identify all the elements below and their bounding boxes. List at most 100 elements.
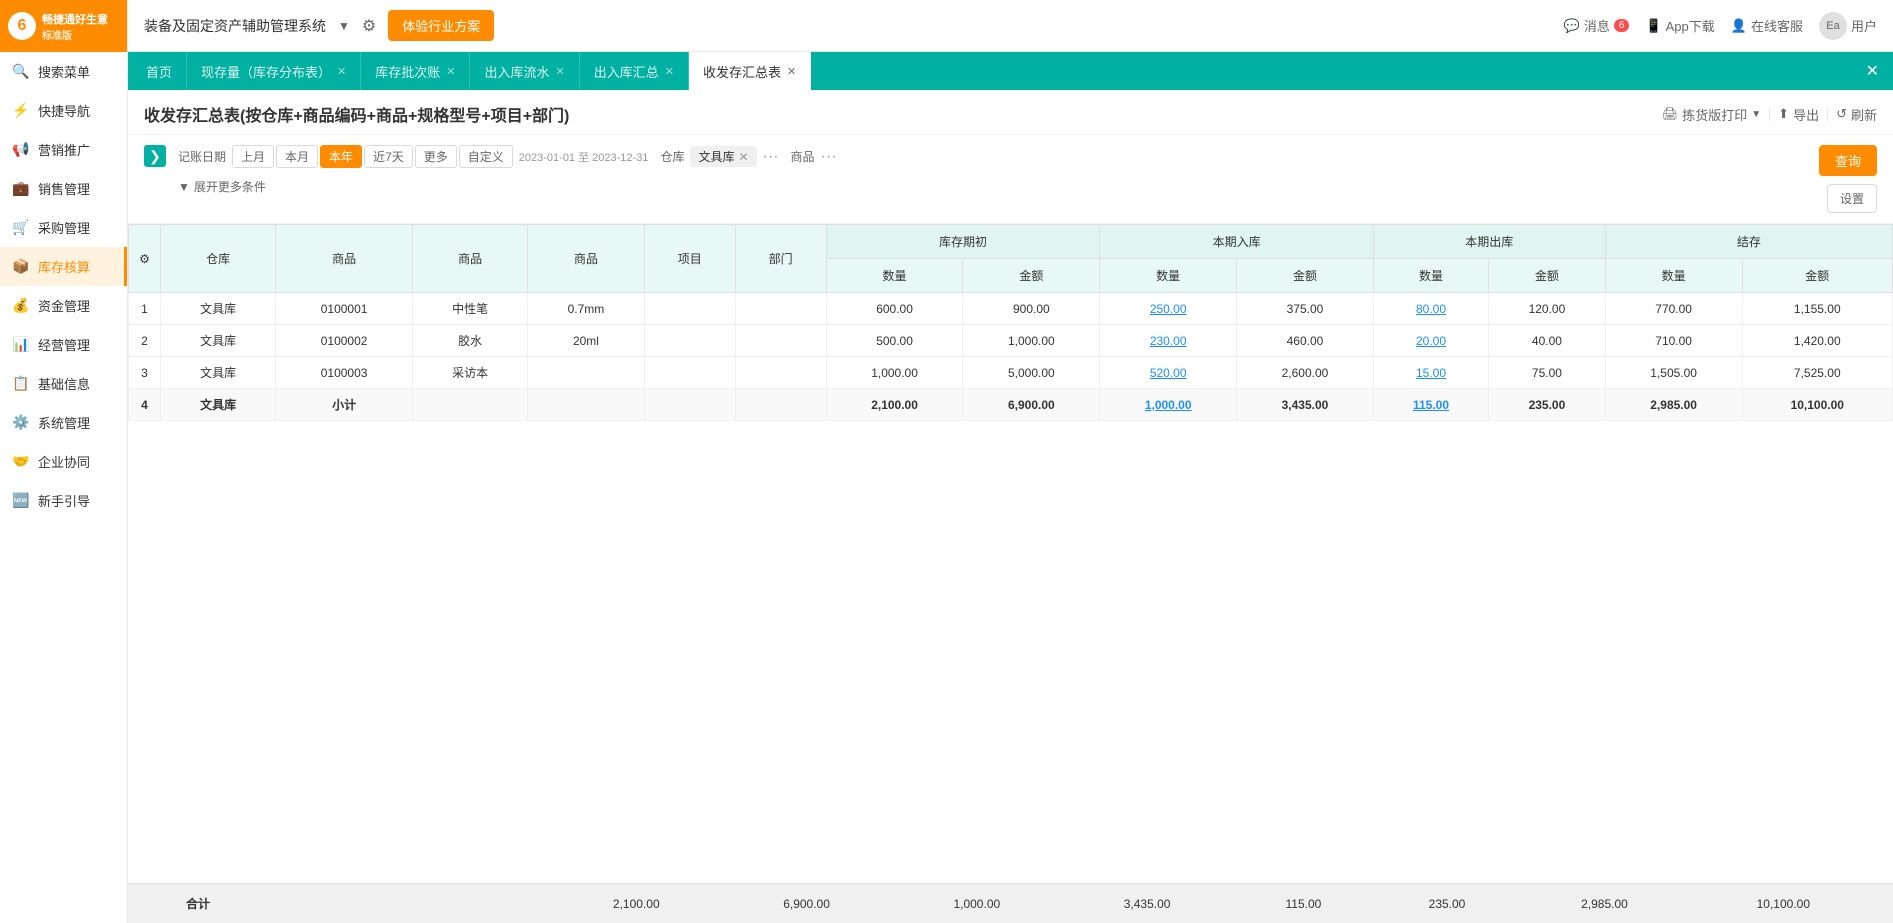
sidebar-item-basicinfo[interactable]: 📋 基础信息 <box>0 364 127 403</box>
tab-close-icon[interactable]: ✕ <box>556 65 565 78</box>
message-action[interactable]: 💬 消息 6 <box>1564 16 1630 35</box>
sidebar-item-label: 营销推广 <box>38 140 90 159</box>
sidebar-item-label: 企业协同 <box>38 452 90 471</box>
user-label: 用户 <box>1851 16 1877 35</box>
date-btn-last-month[interactable]: 上月 <box>232 145 274 168</box>
tab-bar-close-btn[interactable]: ✕ <box>1856 61 1889 81</box>
sidebar-item-search[interactable]: 🔍 搜索菜单 <box>0 52 127 91</box>
th-out-amt: 金额 <box>1489 259 1606 293</box>
warehouse-tag: 文具库 ✕ <box>690 146 756 167</box>
online-service-label: 在线客服 <box>1751 16 1803 35</box>
table-header-row1: ⚙ 仓库 商品 商品 商品 项目 部门 库存期初 本期入库 本期出库 结存 <box>129 225 1893 259</box>
th-spec: 商品 <box>528 225 645 293</box>
row-dept <box>735 293 826 325</box>
date-btn-this-month[interactable]: 本月 <box>276 145 318 168</box>
warehouse-ellipsis[interactable]: ··· <box>763 148 779 166</box>
row-in-qty: 520.00 <box>1100 357 1237 389</box>
total-empty4 <box>449 887 500 920</box>
sidebar-logo: 6 畅捷通好生意 标准版 <box>0 0 127 52</box>
row-warehouse: 文具库 <box>161 293 276 325</box>
page-actions: 🖨 拣货版打印 ▼ ⬆ 导出 ↺ 刷新 <box>1662 105 1877 124</box>
sidebar-item-finance[interactable]: 💰 资金管理 <box>0 286 127 325</box>
row-dept <box>735 357 826 389</box>
expand-more-button[interactable]: ▼ 展开更多条件 <box>178 174 1807 199</box>
logo-badge: 标准版 <box>42 27 108 42</box>
warehouse-tag-close[interactable]: ✕ <box>738 150 748 164</box>
online-service-action[interactable]: 👤 在线客服 <box>1731 16 1803 35</box>
warehouse-tag-text: 文具库 <box>698 148 734 165</box>
th-bal-qty: 数量 <box>1605 259 1742 293</box>
tab-close-icon[interactable]: ✕ <box>787 65 796 78</box>
th-balance: 结存 <box>1605 225 1892 259</box>
sidebar-item-collab[interactable]: 🤝 企业协同 <box>0 442 127 481</box>
th-code: 商品 <box>276 225 413 293</box>
query-button[interactable]: 查询 <box>1819 145 1877 176</box>
header-left: 装备及固定资产辅助管理系统 ▼ ⚙ 体验行业方案 <box>144 10 494 41</box>
refresh-button[interactable]: ↺ 刷新 <box>1836 105 1877 124</box>
trial-button[interactable]: 体验行业方案 <box>388 10 494 41</box>
table-row: 3 文具库 0100003 采访本 1,000.00 5,000.00 520.… <box>129 357 1893 389</box>
tab-close-icon[interactable]: ✕ <box>446 65 455 78</box>
filter-toggle-btn[interactable]: ❯ <box>144 145 166 167</box>
row-in-amt: 2,600.00 <box>1237 357 1374 389</box>
tab-summary[interactable]: 出入库汇总 ✕ <box>580 52 689 90</box>
row-bal-qty: 770.00 <box>1605 293 1742 325</box>
system-dropdown[interactable]: ▼ <box>338 19 350 33</box>
tab-receipt-summary[interactable]: 收发存汇总表 ✕ <box>689 52 811 90</box>
subtotal-warehouse: 文具库 <box>161 389 276 421</box>
date-btn-custom[interactable]: 自定义 <box>459 145 513 168</box>
filter-right-actions: 查询 设置 <box>1819 145 1877 213</box>
tab-close-icon[interactable]: ✕ <box>665 65 674 78</box>
data-table: ⚙ 仓库 商品 商品 商品 项目 部门 库存期初 本期入库 本期出库 结存 <box>128 224 1893 421</box>
header-right: 💬 消息 6 📱 App下载 👤 在线客服 Ea 用户 <box>1564 12 1877 40</box>
row-open-qty: 600.00 <box>826 293 963 325</box>
sidebar-item-marketing[interactable]: 📢 营销推广 <box>0 130 127 169</box>
tab-flow[interactable]: 出入库流水 ✕ <box>470 52 579 90</box>
gear-icon[interactable]: ⚙ <box>362 16 376 36</box>
settings-button[interactable]: 设置 <box>1827 184 1877 213</box>
tab-batch[interactable]: 库存批次账 ✕ <box>361 52 470 90</box>
sidebar-item-inventory[interactable]: 📦 库存核算 <box>0 247 127 286</box>
row-code: 0100001 <box>276 293 413 325</box>
total-bal-amt: 10,100.00 <box>1690 887 1877 920</box>
subtotal-open-qty: 2,100.00 <box>826 389 963 421</box>
tab-label: 出入库汇总 <box>594 62 659 81</box>
tab-label: 出入库流水 <box>484 62 549 81</box>
th-in: 本期入库 <box>1100 225 1374 259</box>
sidebar-item-purchase[interactable]: 🛒 采购管理 <box>0 208 127 247</box>
date-btn-7days[interactable]: 近7天 <box>364 145 413 168</box>
row-open-qty: 500.00 <box>826 325 963 357</box>
subtotal-bal-qty: 2,985.00 <box>1605 389 1742 421</box>
sidebar-item-operations[interactable]: 📊 经营管理 <box>0 325 127 364</box>
date-btn-this-year[interactable]: 本年 <box>320 145 362 168</box>
tab-close-icon[interactable]: ✕ <box>337 65 346 78</box>
th-in-qty: 数量 <box>1100 259 1237 293</box>
date-range-text: 2023-01-01 至 2023-12-31 <box>519 149 649 165</box>
sidebar-item-label: 基础信息 <box>38 374 90 393</box>
sidebar-item-quicknav[interactable]: ⚡ 快捷导航 <box>0 91 127 130</box>
logo-icon: 6 <box>8 12 36 40</box>
row-project <box>644 293 735 325</box>
export-button[interactable]: ⬆ 导出 <box>1778 105 1819 124</box>
goods-ellipsis[interactable]: ··· <box>821 148 837 166</box>
sidebar-item-sales[interactable]: 💼 销售管理 <box>0 169 127 208</box>
table-body: 1 文具库 0100001 中性笔 0.7mm 600.00 900.00 25… <box>129 293 1893 421</box>
total-label: 合计 <box>176 887 296 920</box>
sidebar-item-newguide[interactable]: 🆕 新手引导 <box>0 481 127 520</box>
service-icon: 👤 <box>1731 18 1747 34</box>
marketing-icon: 📢 <box>12 141 30 159</box>
th-settings[interactable]: ⚙ <box>129 225 161 293</box>
app-download-action[interactable]: 📱 App下载 <box>1645 16 1714 35</box>
user-action[interactable]: Ea 用户 <box>1819 12 1877 40</box>
subtotal-empty2 <box>528 389 645 421</box>
tab-inventory-dist[interactable]: 现存量（库存分布表） ✕ <box>187 52 361 90</box>
date-filter-label: 记账日期 <box>178 148 226 165</box>
tab-home[interactable]: 首页 <box>132 52 187 90</box>
date-btn-more[interactable]: 更多 <box>415 145 457 168</box>
filter-row2: ▼ 展开更多条件 <box>178 174 1807 199</box>
sidebar-item-system[interactable]: ⚙️ 系统管理 <box>0 403 127 442</box>
print-button[interactable]: 🖨 拣货版打印 ▼ <box>1662 105 1761 124</box>
tab-bar: 首页 现存量（库存分布表） ✕ 库存批次账 ✕ 出入库流水 ✕ 出入库汇总 ✕ … <box>128 52 1893 90</box>
row-bal-amt: 1,155.00 <box>1742 293 1892 325</box>
tab-home-label: 首页 <box>146 62 172 81</box>
